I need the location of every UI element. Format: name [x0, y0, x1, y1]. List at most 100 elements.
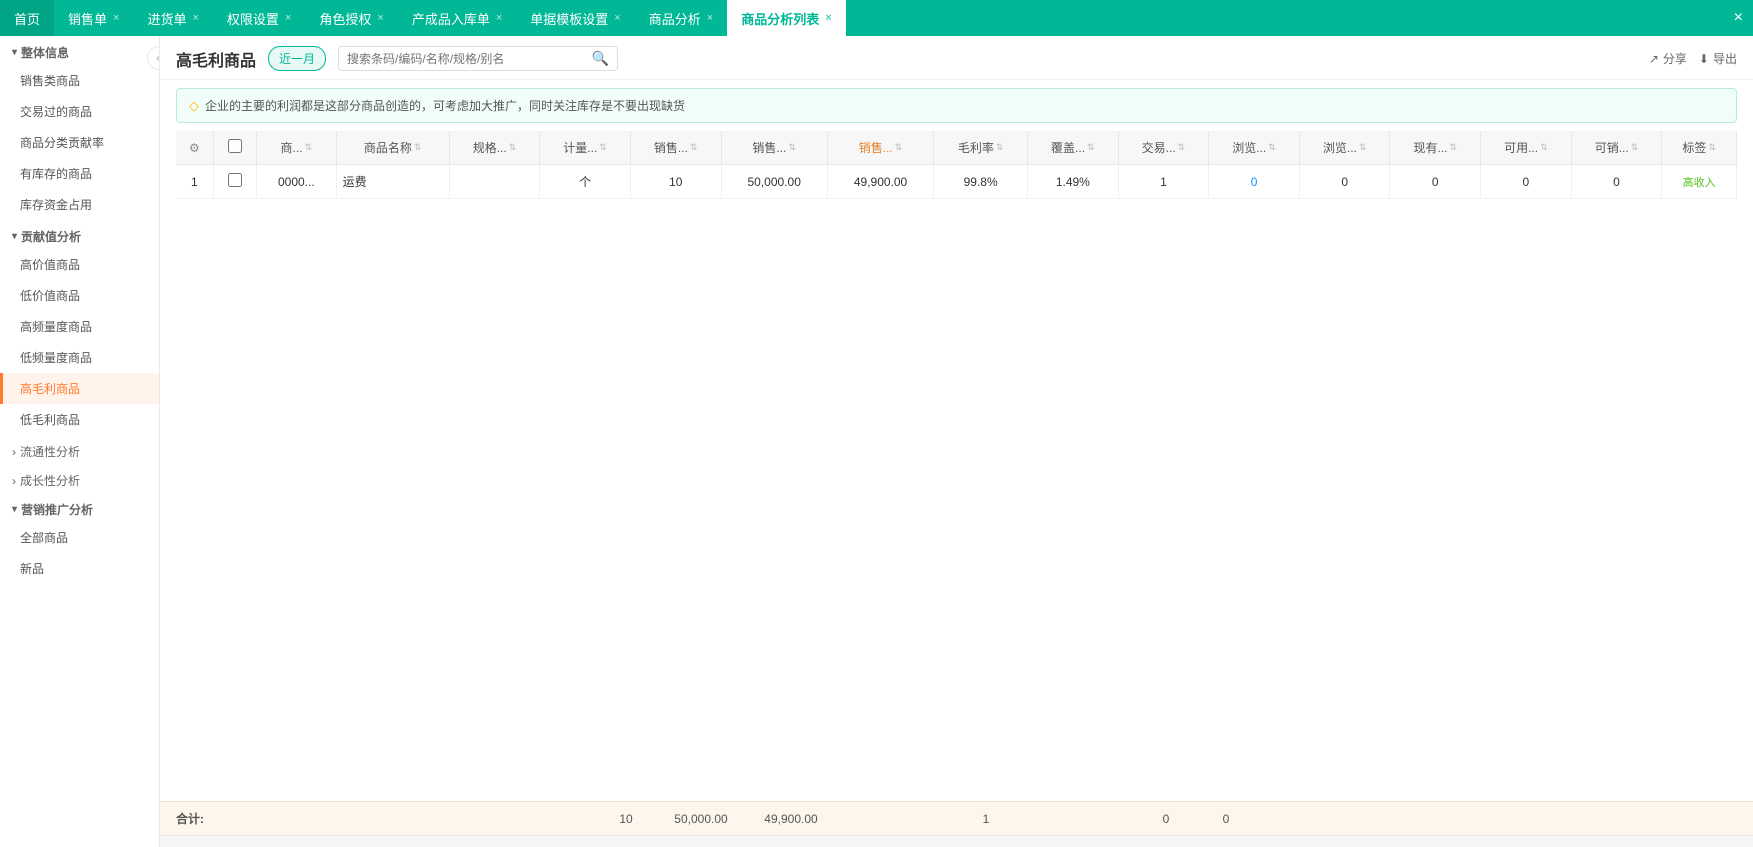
col-name[interactable]: 商品名称 ⇅: [336, 131, 449, 165]
col-coverage[interactable]: 覆盖... ⇅: [1028, 131, 1119, 165]
sidebar-item-low-value[interactable]: 低价值商品: [0, 280, 159, 311]
sort-icon-transactions: ⇅: [1178, 142, 1186, 153]
settings-icon[interactable]: ⚙: [189, 141, 200, 155]
nav-order-template-close[interactable]: ×: [614, 12, 620, 24]
info-text: 企业的主要的利润都是这部分商品创造的，可考虑加大推广，同时关注库存是不要出现缺货: [205, 97, 685, 114]
sort-icon-sales-cost: ⇅: [895, 142, 903, 153]
horizontal-scrollbar[interactable]: [160, 835, 1753, 847]
sort-icon-gross-margin: ⇅: [996, 142, 1004, 153]
sidebar-item-traded-goods[interactable]: 交易过的商品: [0, 96, 159, 127]
sidebar-item-inventory-goods[interactable]: 有库存的商品: [0, 158, 159, 189]
row-spec: [449, 165, 540, 199]
col-sales-cost[interactable]: 销售... ⇅: [827, 131, 933, 165]
content-header: 高毛利商品 近一月 🔍 ↗ 分享 ⬇ 导出: [160, 36, 1753, 80]
col-sales-qty[interactable]: 销售... ⇅: [630, 131, 721, 165]
info-banner: ◇ 企业的主要的利润都是这部分商品创造的，可考虑加大推广，同时关注库存是不要出现…: [176, 88, 1737, 123]
nav-product-analysis-list-close[interactable]: ×: [825, 12, 831, 24]
footer-label: 合计:: [176, 810, 236, 827]
data-table: ⚙ 商... ⇅ 商品名称: [176, 131, 1737, 199]
nav-product-analysis[interactable]: 商品分析 ×: [635, 0, 727, 36]
nav-product-entry-close[interactable]: ×: [496, 12, 502, 24]
col-browse1[interactable]: 浏览... ⇅: [1209, 131, 1300, 165]
row-unit: 个: [540, 165, 631, 199]
row-no: 1: [176, 165, 213, 199]
col-available2[interactable]: 可用... ⇅: [1481, 131, 1572, 165]
col-settings[interactable]: ⚙: [176, 131, 213, 165]
time-filter-button[interactable]: 近一月: [268, 46, 326, 71]
col-available1[interactable]: 现有... ⇅: [1390, 131, 1481, 165]
footer-available2: 0: [1196, 812, 1256, 826]
sidebar-item-low-freq[interactable]: 低频量度商品: [0, 342, 159, 373]
sidebar-item-all-goods[interactable]: 全部商品: [0, 522, 159, 553]
nav-purchase-order-close[interactable]: ×: [192, 12, 198, 24]
col-sellable[interactable]: 可销... ⇅: [1571, 131, 1662, 165]
sidebar-item-low-margin[interactable]: 低毛利商品: [0, 404, 159, 435]
nav-product-entry[interactable]: 产成品入库单 ×: [398, 0, 516, 36]
search-input[interactable]: [347, 52, 592, 66]
nav-sales-order-close[interactable]: ×: [113, 12, 119, 24]
nav-role-permissions[interactable]: 角色授权 ×: [305, 0, 397, 36]
select-all-checkbox[interactable]: [228, 139, 242, 153]
col-browse2[interactable]: 浏览... ⇅: [1299, 131, 1390, 165]
nav-order-template[interactable]: 单据模板设置 ×: [516, 0, 634, 36]
sidebar: « ▾ 整体信息 销售类商品 交易过的商品 商品分类贡献率 有库存的商品 库存资…: [0, 36, 160, 847]
search-icon[interactable]: 🔍: [592, 50, 609, 67]
nav-product-analysis-close[interactable]: ×: [707, 12, 713, 24]
content-area: 高毛利商品 近一月 🔍 ↗ 分享 ⬇ 导出 ◇ 企业的主要的利润都是这部分商品创…: [160, 36, 1753, 847]
group-arrow-growth: ›: [12, 474, 16, 488]
sidebar-item-inventory-capital[interactable]: 库存资金占用: [0, 189, 159, 220]
footer-summary: 合计: 10 50,000.00 49,900.00 1 0 0: [160, 801, 1753, 835]
sidebar-item-sales-goods[interactable]: 销售类商品: [0, 65, 159, 96]
sidebar-item-high-margin[interactable]: 高毛利商品: [0, 373, 159, 404]
sidebar-group-overall-info[interactable]: ▾ 整体信息: [0, 36, 159, 65]
col-unit[interactable]: 计量... ⇅: [540, 131, 631, 165]
col-gross-margin[interactable]: 毛利率 ⇅: [934, 131, 1028, 165]
close-all-button[interactable]: ×: [1734, 9, 1753, 27]
row-sales-amount: 50,000.00: [721, 165, 827, 199]
main-layout: « ▾ 整体信息 销售类商品 交易过的商品 商品分类贡献率 有库存的商品 库存资…: [0, 36, 1753, 847]
sidebar-item-high-freq[interactable]: 高频量度商品: [0, 311, 159, 342]
row-checkbox-cell[interactable]: [213, 165, 256, 199]
nav-sales-order[interactable]: 销售单 ×: [54, 0, 133, 36]
row-sellable: 0: [1571, 165, 1662, 199]
table-header-row: ⚙ 商... ⇅ 商品名称: [176, 131, 1737, 165]
sidebar-item-new-goods[interactable]: 新品: [0, 553, 159, 584]
sidebar-item-high-value[interactable]: 高价值商品: [0, 249, 159, 280]
sort-icon-spec: ⇅: [509, 142, 517, 153]
sidebar-group-marketing-analysis[interactable]: ▾ 营销推广分析: [0, 493, 159, 522]
share-button[interactable]: ↗ 分享: [1649, 50, 1687, 67]
sort-icon-name: ⇅: [414, 142, 422, 153]
sort-icon-coverage: ⇅: [1087, 142, 1095, 153]
nav-product-analysis-list[interactable]: 商品分析列表 ×: [727, 0, 845, 36]
page-title: 高毛利商品: [176, 47, 256, 71]
sort-icon-tag: ⇅: [1708, 142, 1716, 153]
row-available2: 0: [1481, 165, 1572, 199]
col-checkbox[interactable]: [213, 131, 256, 165]
row-checkbox[interactable]: [228, 173, 242, 187]
nav-purchase-order[interactable]: 进货单 ×: [133, 0, 212, 36]
row-name: 运费: [336, 165, 449, 199]
nav-role-permissions-close[interactable]: ×: [377, 12, 383, 24]
row-transactions: 1: [1118, 165, 1209, 199]
sidebar-item-goods-contribution[interactable]: 商品分类贡献率: [0, 127, 159, 158]
group-arrow-overall: ▾: [12, 47, 17, 58]
sort-icon-code: ⇅: [305, 142, 313, 153]
row-coverage: 1.49%: [1028, 165, 1119, 199]
export-button[interactable]: ⬇ 导出: [1699, 50, 1737, 67]
col-spec[interactable]: 规格... ⇅: [449, 131, 540, 165]
nav-permission-settings[interactable]: 权限设置 ×: [213, 0, 305, 36]
nav-home[interactable]: 首页: [0, 0, 54, 36]
sidebar-group-wealth-analysis[interactable]: ▾ 贡献值分析: [0, 220, 159, 249]
col-sales-amount[interactable]: 销售... ⇅: [721, 131, 827, 165]
browse1-link[interactable]: 0: [1251, 175, 1258, 189]
sidebar-group-growth-analysis[interactable]: › 成长性分析: [0, 464, 159, 493]
row-browse1[interactable]: 0: [1209, 165, 1300, 199]
col-tag[interactable]: 标签 ⇅: [1662, 131, 1737, 165]
col-code[interactable]: 商... ⇅: [257, 131, 337, 165]
row-sales-cost: 49,900.00: [827, 165, 933, 199]
nav-permission-settings-close[interactable]: ×: [285, 12, 291, 24]
row-sales-qty: 10: [630, 165, 721, 199]
sidebar-group-flow-analysis[interactable]: › 流通性分析: [0, 435, 159, 464]
row-browse2: 0: [1299, 165, 1390, 199]
col-transactions[interactable]: 交易... ⇅: [1118, 131, 1209, 165]
